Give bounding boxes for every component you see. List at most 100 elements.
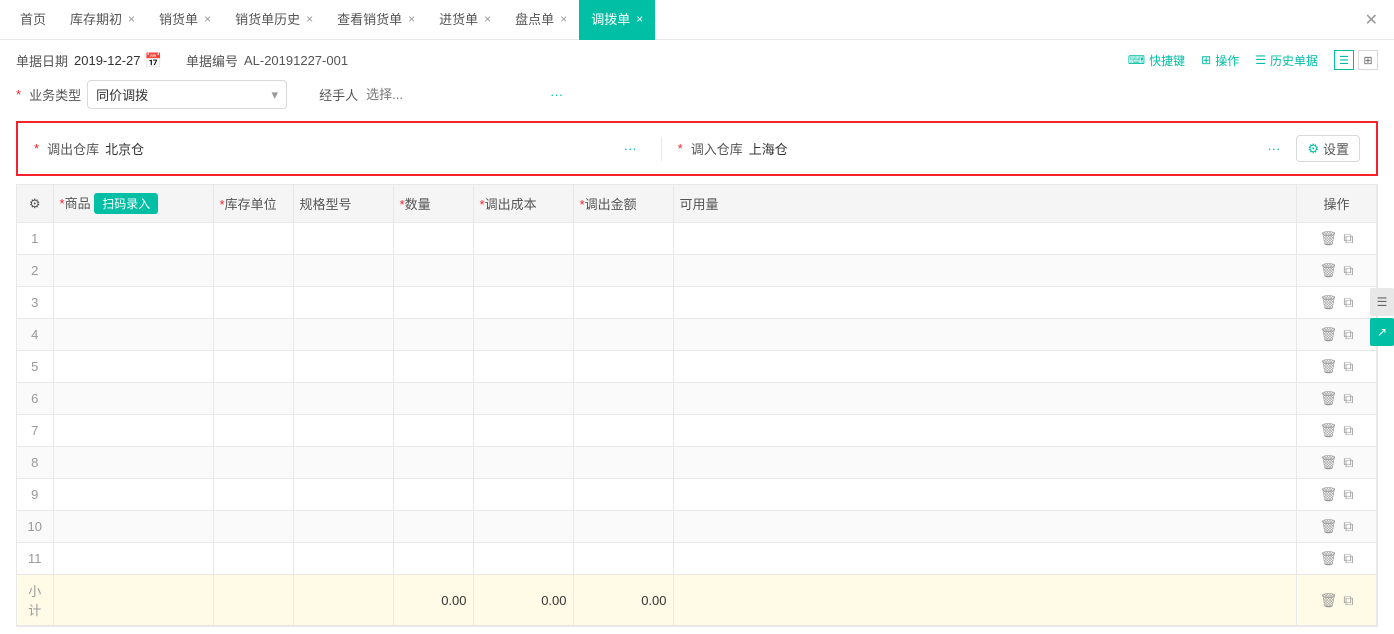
calendar-icon[interactable]: 📅 <box>145 52 162 69</box>
available-cell[interactable] <box>673 415 1297 447</box>
float-list-button[interactable]: ☰ <box>1370 288 1394 316</box>
qty-cell[interactable] <box>393 319 473 351</box>
doc-date-input[interactable]: 2019-12-27 📅 <box>74 52 162 69</box>
product-cell[interactable] <box>53 319 213 351</box>
qty-cell[interactable] <box>393 447 473 479</box>
cost-cell[interactable] <box>473 543 573 575</box>
product-cell[interactable] <box>53 255 213 287</box>
settings-button[interactable]: ⚙ 设置 <box>1296 135 1360 162</box>
available-cell[interactable] <box>673 479 1297 511</box>
handler-more-button[interactable]: ··· <box>550 87 563 102</box>
tab-purchase[interactable]: 进货单 × <box>427 0 503 40</box>
product-cell[interactable] <box>53 511 213 543</box>
tab-view-sales[interactable]: 查看销货单 × <box>325 0 427 40</box>
unit-cell[interactable] <box>213 543 293 575</box>
delete-icon[interactable]: 🗑 <box>1320 550 1338 567</box>
layout-icon-grid[interactable]: ⊞ <box>1358 50 1378 70</box>
shortcut-button[interactable]: ⌨ 快捷键 <box>1128 52 1185 69</box>
delete-icon[interactable]: 🗑 <box>1320 230 1338 247</box>
qty-cell[interactable] <box>393 511 473 543</box>
amount-cell[interactable] <box>573 319 673 351</box>
available-cell[interactable] <box>673 543 1297 575</box>
delete-icon[interactable]: 🗑 <box>1320 390 1338 407</box>
delete-icon[interactable]: 🗑 <box>1320 326 1338 343</box>
available-cell[interactable] <box>673 383 1297 415</box>
tab-close-purchase[interactable]: × <box>484 12 491 26</box>
unit-cell[interactable] <box>213 511 293 543</box>
copy-icon[interactable]: ⧉ <box>1343 550 1353 567</box>
spec-cell[interactable] <box>293 543 393 575</box>
spec-cell[interactable] <box>293 447 393 479</box>
qty-cell[interactable] <box>393 479 473 511</box>
tab-stocktake[interactable]: 盘点单 × <box>503 0 579 40</box>
available-cell[interactable] <box>673 511 1297 543</box>
tab-close-sales-history[interactable]: × <box>306 12 313 26</box>
copy-icon[interactable]: ⧉ <box>1343 358 1353 375</box>
unit-cell[interactable] <box>213 447 293 479</box>
available-cell[interactable] <box>673 255 1297 287</box>
unit-cell[interactable] <box>213 287 293 319</box>
product-cell[interactable] <box>53 479 213 511</box>
amount-cell[interactable] <box>573 255 673 287</box>
warehouse-out-more[interactable]: ··· <box>616 141 645 156</box>
product-cell[interactable] <box>53 383 213 415</box>
window-close-button[interactable]: ✕ <box>1357 6 1386 34</box>
cost-cell[interactable] <box>473 319 573 351</box>
delete-icon[interactable]: 🗑 <box>1320 294 1338 311</box>
scan-button[interactable]: 扫码录入 <box>94 193 158 214</box>
product-cell[interactable] <box>53 415 213 447</box>
subtotal-delete-icon[interactable]: 🗑 <box>1320 592 1338 609</box>
tab-sales-order[interactable]: 销货单 × <box>147 0 223 40</box>
product-cell[interactable] <box>53 543 213 575</box>
available-cell[interactable] <box>673 319 1297 351</box>
unit-cell[interactable] <box>213 351 293 383</box>
cost-cell[interactable] <box>473 415 573 447</box>
cost-cell[interactable] <box>473 511 573 543</box>
tab-sales-history[interactable]: 销货单历史 × <box>223 0 325 40</box>
product-cell[interactable] <box>53 351 213 383</box>
copy-icon[interactable]: ⧉ <box>1343 454 1353 471</box>
float-export-button[interactable]: ↗ <box>1370 318 1394 346</box>
spec-cell[interactable] <box>293 319 393 351</box>
tab-home[interactable]: 首页 <box>8 0 58 40</box>
layout-icon-list[interactable]: ☰ <box>1334 50 1354 70</box>
cost-cell[interactable] <box>473 447 573 479</box>
unit-cell[interactable] <box>213 319 293 351</box>
tab-close-view-sales[interactable]: × <box>408 12 415 26</box>
tab-close-stocktake[interactable]: × <box>560 12 567 26</box>
delete-icon[interactable]: 🗑 <box>1320 422 1338 439</box>
tab-close-sales-order[interactable]: × <box>204 12 211 26</box>
copy-icon[interactable]: ⧉ <box>1343 230 1353 247</box>
tab-transfer[interactable]: 调拨单 × <box>579 0 655 40</box>
qty-cell[interactable] <box>393 223 473 255</box>
product-cell[interactable] <box>53 447 213 479</box>
qty-cell[interactable] <box>393 543 473 575</box>
amount-cell[interactable] <box>573 383 673 415</box>
qty-cell[interactable] <box>393 255 473 287</box>
unit-cell[interactable] <box>213 255 293 287</box>
cost-cell[interactable] <box>473 383 573 415</box>
qty-cell[interactable] <box>393 287 473 319</box>
copy-icon[interactable]: ⧉ <box>1343 262 1353 279</box>
delete-icon[interactable]: 🗑 <box>1320 358 1338 375</box>
warehouse-in-more[interactable]: ··· <box>1259 141 1288 156</box>
amount-cell[interactable] <box>573 287 673 319</box>
available-cell[interactable] <box>673 351 1297 383</box>
copy-icon[interactable]: ⧉ <box>1343 294 1353 311</box>
spec-cell[interactable] <box>293 287 393 319</box>
tab-close-transfer[interactable]: × <box>636 12 643 26</box>
amount-cell[interactable] <box>573 447 673 479</box>
cost-cell[interactable] <box>473 351 573 383</box>
col-settings[interactable]: ⚙ <box>17 185 53 223</box>
biz-type-select[interactable]: 同价调拨 ▾ <box>87 80 287 109</box>
subtotal-copy-icon[interactable]: ⧉ <box>1343 592 1353 609</box>
tab-close-inventory-init[interactable]: × <box>128 12 135 26</box>
product-cell[interactable] <box>53 287 213 319</box>
available-cell[interactable] <box>673 223 1297 255</box>
spec-cell[interactable] <box>293 383 393 415</box>
delete-icon[interactable]: 🗑 <box>1320 486 1338 503</box>
amount-cell[interactable] <box>573 415 673 447</box>
delete-icon[interactable]: 🗑 <box>1320 518 1338 535</box>
copy-icon[interactable]: ⧉ <box>1343 326 1353 343</box>
amount-cell[interactable] <box>573 543 673 575</box>
